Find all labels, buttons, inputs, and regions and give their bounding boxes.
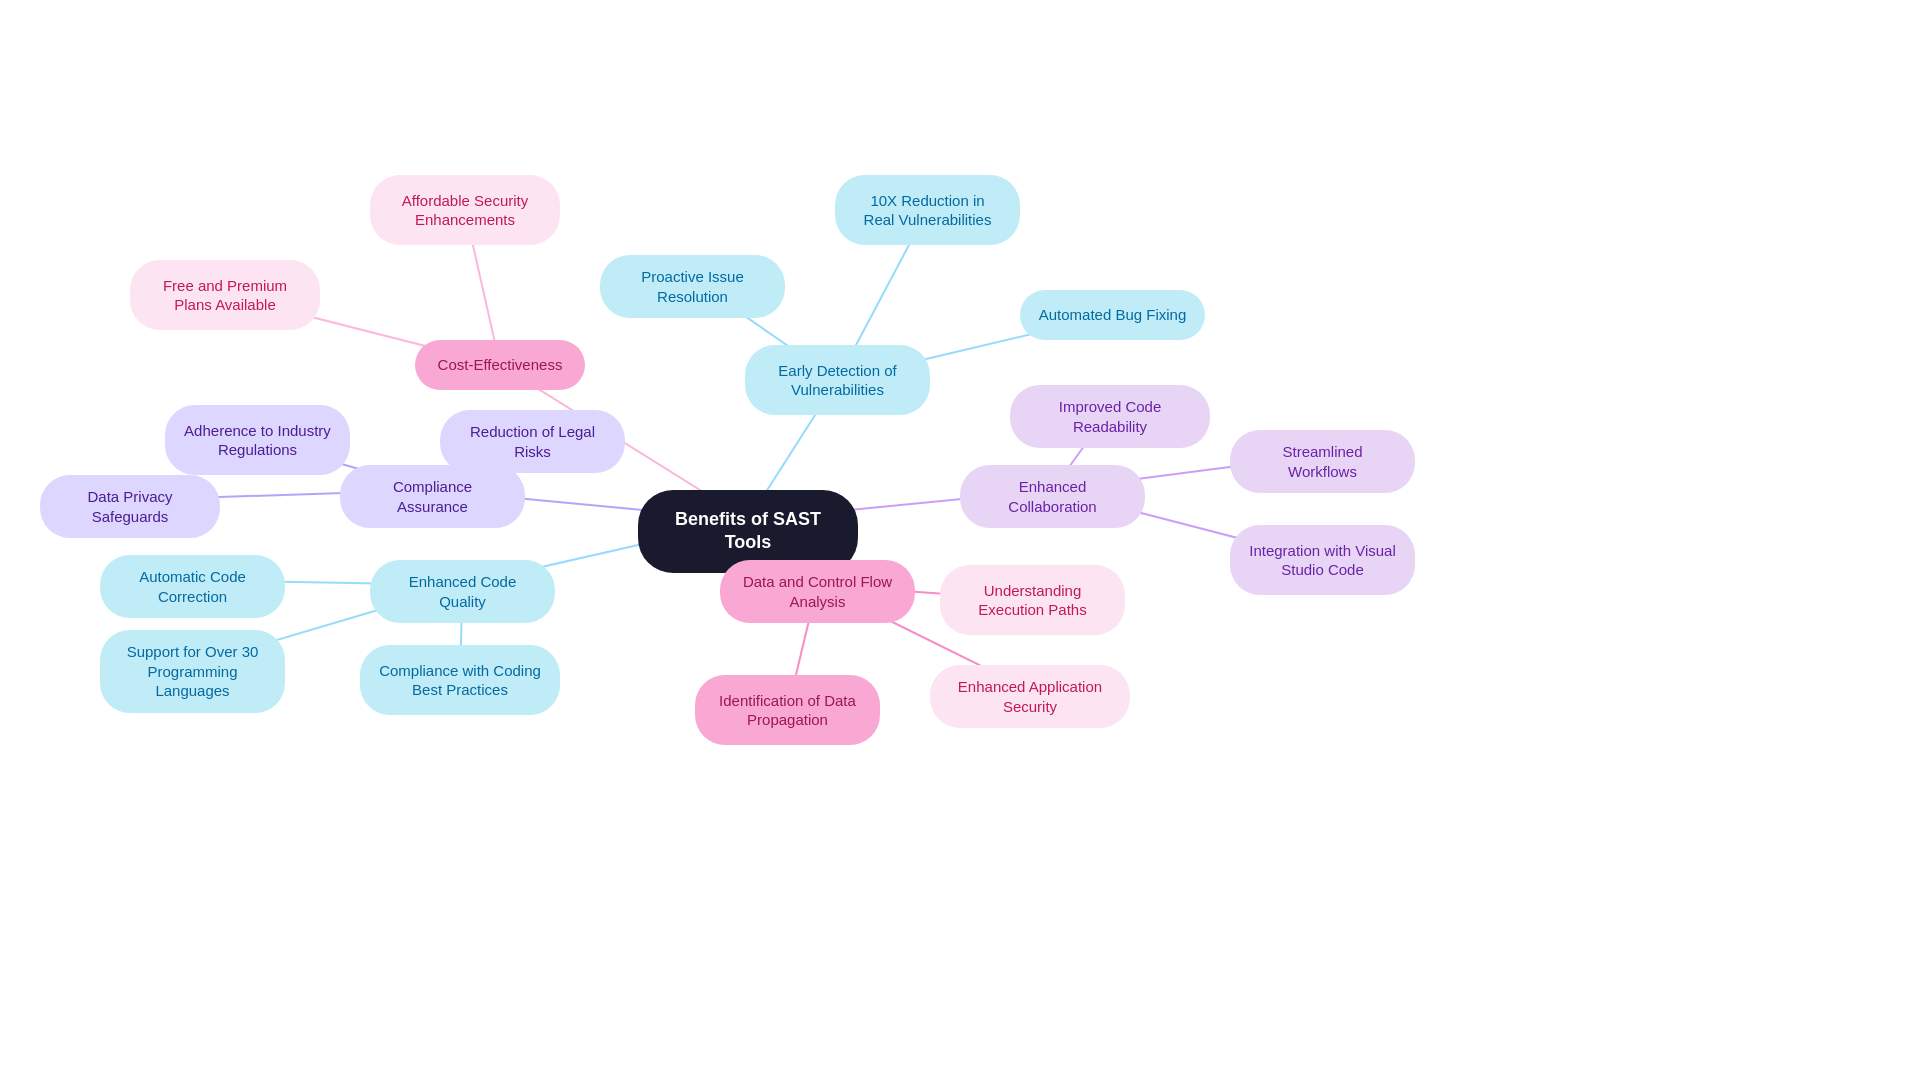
- data-flow-node: Data and Control Flow Analysis: [720, 560, 915, 623]
- enhanced-code-node: Enhanced Code Quality: [370, 560, 555, 623]
- support-30-node: Support for Over 30 Programming Language…: [100, 630, 285, 713]
- enhanced-collab-node: Enhanced Collaboration: [960, 465, 1145, 528]
- mind-map: Benefits of SAST ToolsCost-Effectiveness…: [0, 0, 1920, 1083]
- data-privacy-node: Data Privacy Safeguards: [40, 475, 220, 538]
- automated-bug-node: Automated Bug Fixing: [1020, 290, 1205, 340]
- integration-vsc-node: Integration with Visual Studio Code: [1230, 525, 1415, 595]
- improved-code-node: Improved Code Readability: [1010, 385, 1210, 448]
- adherence-node: Adherence to Industry Regulations: [165, 405, 350, 475]
- proactive-node: Proactive Issue Resolution: [600, 255, 785, 318]
- reduction-legal-node: Reduction of Legal Risks: [440, 410, 625, 473]
- identification-data-node: Identification of Data Propagation: [695, 675, 880, 745]
- affordable-node: Affordable Security Enhancements: [370, 175, 560, 245]
- understanding-exec-node: Understanding Execution Paths: [940, 565, 1125, 635]
- free-premium-node: Free and Premium Plans Available: [130, 260, 320, 330]
- streamlined-node: Streamlined Workflows: [1230, 430, 1415, 493]
- compliance-assurance-node: Compliance Assurance: [340, 465, 525, 528]
- early-detection-node: Early Detection of Vulnerabilities: [745, 345, 930, 415]
- compliance-coding-node: Compliance with Coding Best Practices: [360, 645, 560, 715]
- cost-effectiveness-node: Cost-Effectiveness: [415, 340, 585, 390]
- auto-correction-node: Automatic Code Correction: [100, 555, 285, 618]
- 10x-reduction-node: 10X Reduction in Real Vulnerabilities: [835, 175, 1020, 245]
- enhanced-app-sec-node: Enhanced Application Security: [930, 665, 1130, 728]
- connections-svg: [0, 0, 1920, 1083]
